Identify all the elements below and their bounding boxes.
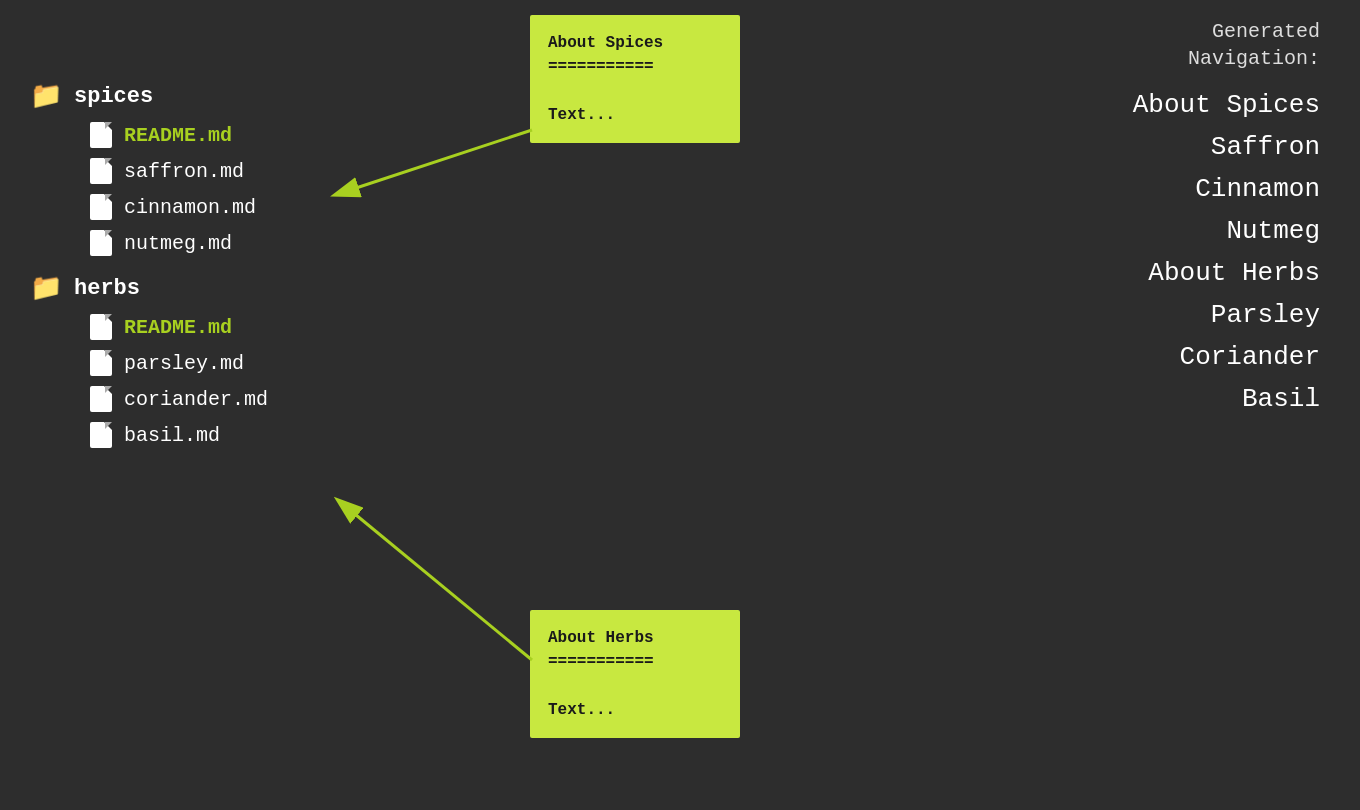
main-container: 📁 spices README.md saffron.md cinnamon.m…	[0, 0, 1360, 810]
tooltip-herbs-separator: ===========	[548, 650, 722, 674]
navigation-label: Navigation:	[1133, 47, 1320, 70]
file-basil[interactable]: basil.md	[90, 422, 370, 448]
file-label-cinnamon: cinnamon.md	[124, 196, 256, 219]
nav-panel: Generated Navigation: About Spices Saffr…	[1133, 20, 1320, 426]
tooltip-spices: About Spices =========== Text...	[530, 15, 740, 143]
nav-item-nutmeg[interactable]: Nutmeg	[1133, 216, 1320, 246]
tooltip-herbs-title: About Herbs	[548, 626, 722, 650]
file-label-coriander: coriander.md	[124, 388, 268, 411]
nav-item-coriander[interactable]: Coriander	[1133, 342, 1320, 372]
file-label-parsley: parsley.md	[124, 352, 244, 375]
file-herbs-readme[interactable]: README.md	[90, 314, 370, 340]
tooltip-herbs-body: Text...	[548, 698, 722, 722]
arrow-herbs-readme	[350, 510, 532, 660]
spices-files: README.md saffron.md cinnamon.md nutmeg.…	[90, 122, 370, 256]
folder-herbs: 📁 herbs	[30, 272, 370, 304]
file-label-saffron: saffron.md	[124, 160, 244, 183]
generated-label: Generated	[1133, 20, 1320, 43]
file-parsley[interactable]: parsley.md	[90, 350, 370, 376]
file-icon	[90, 350, 112, 376]
file-spices-readme[interactable]: README.md	[90, 122, 370, 148]
file-icon	[90, 314, 112, 340]
file-nutmeg[interactable]: nutmeg.md	[90, 230, 370, 256]
file-icon	[90, 158, 112, 184]
file-icon	[90, 386, 112, 412]
folder-icon-spices: 📁	[30, 80, 62, 112]
file-icon	[90, 122, 112, 148]
nav-item-parsley[interactable]: Parsley	[1133, 300, 1320, 330]
folder-spices: 📁 spices	[30, 80, 370, 112]
nav-item-saffron[interactable]: Saffron	[1133, 132, 1320, 162]
nav-items: About Spices Saffron Cinnamon Nutmeg Abo…	[1133, 90, 1320, 414]
file-label-nutmeg: nutmeg.md	[124, 232, 232, 255]
file-label-spices-readme: README.md	[124, 124, 232, 147]
file-icon	[90, 230, 112, 256]
nav-item-basil[interactable]: Basil	[1133, 384, 1320, 414]
folder-icon-herbs: 📁	[30, 272, 62, 304]
tooltip-spices-body: Text...	[548, 103, 722, 127]
file-label-basil: basil.md	[124, 424, 220, 447]
file-icon	[90, 422, 112, 448]
folder-label-spices: spices	[74, 84, 153, 109]
tooltip-spices-title: About Spices	[548, 31, 722, 55]
tooltip-herbs: About Herbs =========== Text...	[530, 610, 740, 738]
tooltip-spices-separator: ===========	[548, 55, 722, 79]
file-label-herbs-readme: README.md	[124, 316, 232, 339]
herbs-files: README.md parsley.md coriander.md basil.…	[90, 314, 370, 448]
file-tree: 📁 spices README.md saffron.md cinnamon.m…	[30, 20, 370, 790]
file-icon	[90, 194, 112, 220]
file-cinnamon[interactable]: cinnamon.md	[90, 194, 370, 220]
nav-item-about-spices[interactable]: About Spices	[1133, 90, 1320, 120]
folder-label-herbs: herbs	[74, 276, 140, 301]
nav-item-cinnamon[interactable]: Cinnamon	[1133, 174, 1320, 204]
nav-item-about-herbs[interactable]: About Herbs	[1133, 258, 1320, 288]
file-saffron[interactable]: saffron.md	[90, 158, 370, 184]
arrow-spices-readme	[350, 130, 532, 190]
file-coriander[interactable]: coriander.md	[90, 386, 370, 412]
